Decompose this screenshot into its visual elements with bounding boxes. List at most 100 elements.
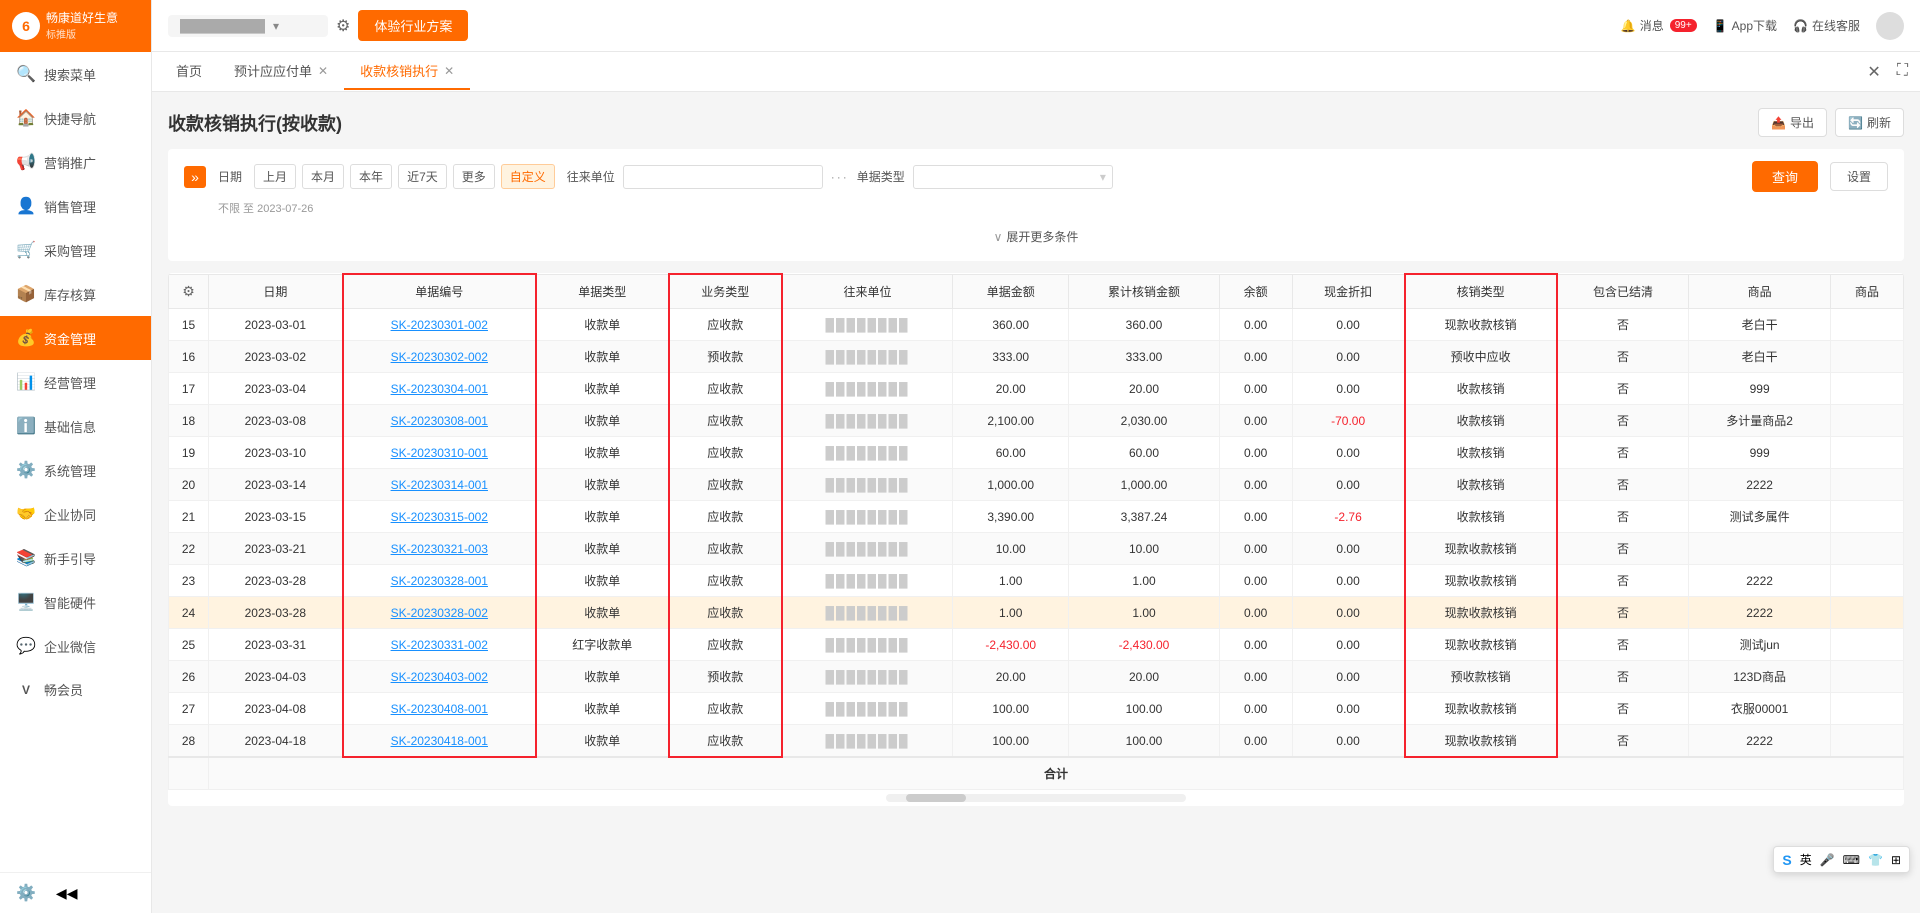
sidebar-item-finance[interactable]: 💰 资金管理 [0, 316, 151, 360]
ime-clothes-icon[interactable]: 👕 [1868, 853, 1883, 867]
row-biz-type: 应收款 [669, 501, 782, 533]
row-include-settled: 否 [1557, 725, 1689, 758]
sidebar-nav: 🔍 搜索菜单 🏠 快捷导航 📢 营销推广 👤 销售管理 🛒 采购管理 📦 库存核… [0, 52, 151, 872]
sidebar-item-search[interactable]: 🔍 搜索菜单 [0, 52, 151, 96]
messages-button[interactable]: 🔔 消息 99+ [1621, 17, 1697, 34]
row-doc-no[interactable]: SK-20230308-001 [343, 405, 536, 437]
row-doc-type: 收款单 [536, 725, 669, 758]
row-doc-no[interactable]: SK-20230321-003 [343, 533, 536, 565]
row-biz-type: 应收款 [669, 693, 782, 725]
wechat-icon: 💬 [16, 636, 36, 656]
sidebar-item-inventory[interactable]: 📦 库存核算 [0, 272, 151, 316]
chevron-down-icon[interactable]: ▾ [1094, 170, 1112, 184]
row-doc-no[interactable]: SK-20230328-001 [343, 565, 536, 597]
row-amount: 2,100.00 [953, 405, 1069, 437]
topbar: ██████████ ▾ ⚙ 体验行业方案 🔔 消息 99+ 📱 App下载 🎧… [152, 0, 1920, 52]
this-month-button[interactable]: 本月 [302, 164, 344, 189]
row-accum-amount: 1,000.00 [1069, 469, 1220, 501]
tab-home[interactable]: 首页 [160, 53, 218, 90]
row-doc-no[interactable]: SK-20230302-002 [343, 341, 536, 373]
sidebar-item-purchase[interactable]: 🛒 采购管理 [0, 228, 151, 272]
online-service-button[interactable]: 🎧 在线客服 [1793, 17, 1860, 34]
doc-type-selector[interactable]: ▾ [913, 165, 1113, 189]
row-doc-no[interactable]: SK-20230310-001 [343, 437, 536, 469]
row-doc-no[interactable]: SK-20230328-002 [343, 597, 536, 629]
workspace-dropdown[interactable]: ██████████ ▾ [168, 15, 328, 37]
sidebar-item-wechat[interactable]: 💬 企业微信 [0, 624, 151, 668]
row-amount: 360.00 [953, 309, 1069, 341]
row-doc-type: 收款单 [536, 469, 669, 501]
col-header-gear[interactable]: ⚙ [169, 274, 209, 309]
sidebar-item-quicknav[interactable]: 🏠 快捷导航 [0, 96, 151, 140]
row-balance: 0.00 [1219, 341, 1292, 373]
row-goods2 [1831, 533, 1904, 565]
scroll-thumb[interactable] [906, 794, 966, 802]
horizontal-scrollbar[interactable] [168, 790, 1904, 806]
sidebar-item-hardware[interactable]: 🖥️ 智能硬件 [0, 580, 151, 624]
row-goods2 [1831, 629, 1904, 661]
collapse-icon[interactable]: ◀◀ [56, 885, 78, 902]
sidebar-item-operation[interactable]: 📊 经营管理 [0, 360, 151, 404]
query-button[interactable]: 查询 [1752, 161, 1818, 192]
more-options-dots[interactable]: ··· [831, 170, 849, 184]
marketing-icon: 📢 [16, 152, 36, 172]
ime-mic-icon[interactable]: 🎤 [1820, 853, 1835, 867]
more-dates-button[interactable]: 更多 [453, 164, 495, 189]
row-doc-no[interactable]: SK-20230304-001 [343, 373, 536, 405]
ime-apps-icon[interactable]: ⊞ [1891, 853, 1901, 867]
row-date: 2023-03-02 [209, 341, 343, 373]
tab-prepay[interactable]: 预计应应付单 ✕ [218, 53, 344, 90]
close-tab-icon[interactable]: ✕ [1863, 58, 1884, 86]
row-goods2 [1831, 309, 1904, 341]
row-cash-discount: 0.00 [1292, 533, 1405, 565]
refresh-button[interactable]: 🔄 刷新 [1835, 108, 1904, 137]
last-month-button[interactable]: 上月 [254, 164, 296, 189]
tab-prepay-close[interactable]: ✕ [318, 64, 328, 78]
this-year-button[interactable]: 本年 [350, 164, 392, 189]
sidebar-item-basic[interactable]: ℹ️ 基础信息 [0, 404, 151, 448]
row-goods: 2222 [1689, 469, 1831, 501]
sidebar-item-sales[interactable]: 👤 销售管理 [0, 184, 151, 228]
page-header: 收款核销执行(按收款) 📤 导出 🔄 刷新 [168, 108, 1904, 137]
ime-keyboard-icon[interactable]: ⌨ [1843, 853, 1860, 867]
headset-icon: 🎧 [1793, 19, 1808, 33]
tab-collection-close[interactable]: ✕ [444, 64, 454, 78]
row-doc-no[interactable]: SK-20230314-001 [343, 469, 536, 501]
filter-settings-button[interactable]: 设置 [1830, 162, 1888, 191]
last-7-days-button[interactable]: 近7天 [398, 164, 447, 189]
row-goods2 [1831, 469, 1904, 501]
row-doc-no[interactable]: SK-20230331-002 [343, 629, 536, 661]
row-goods: 测试多属件 [1689, 501, 1831, 533]
custom-date-button[interactable]: 自定义 [501, 164, 555, 189]
tab-collection[interactable]: 收款核销执行 ✕ [344, 53, 470, 90]
logo-badge: 标推版 [46, 26, 118, 41]
sidebar-item-marketing[interactable]: 📢 营销推广 [0, 140, 151, 184]
row-accum-amount: 1.00 [1069, 597, 1220, 629]
app-download-button[interactable]: 📱 App下载 [1713, 17, 1777, 34]
industry-solution-button[interactable]: 体验行业方案 [358, 10, 468, 41]
row-doc-no[interactable]: SK-20230403-002 [343, 661, 536, 693]
gear-icon[interactable]: ⚙ [336, 16, 350, 36]
avatar[interactable] [1876, 12, 1904, 40]
row-doc-no[interactable]: SK-20230301-002 [343, 309, 536, 341]
expand-tab-icon[interactable]: ⛶ [1893, 58, 1912, 86]
sidebar-item-member[interactable]: V 畅会员 [0, 668, 151, 711]
bell-icon: 🔔 [1621, 19, 1636, 33]
row-counterpart: ████████ [782, 469, 953, 501]
export-button[interactable]: 📤 导出 [1758, 108, 1827, 137]
row-doc-no[interactable]: SK-20230408-001 [343, 693, 536, 725]
row-doc-no[interactable]: SK-20230418-001 [343, 725, 536, 758]
filter-toggle-button[interactable]: » [184, 166, 206, 188]
sidebar-item-system[interactable]: ⚙️ 系统管理 [0, 448, 151, 492]
gear-icon[interactable]: ⚙ [182, 283, 195, 299]
row-date: 2023-03-04 [209, 373, 343, 405]
expand-more-filters[interactable]: ∨ 展开更多条件 [184, 224, 1888, 249]
sidebar-item-collab[interactable]: 🤝 企业协同 [0, 492, 151, 536]
counterpart-input[interactable] [623, 165, 823, 189]
sidebar-item-guide[interactable]: 📚 新手引导 [0, 536, 151, 580]
row-doc-no[interactable]: SK-20230315-002 [343, 501, 536, 533]
doc-type-input[interactable] [914, 166, 1094, 188]
settings-icon[interactable]: ⚙️ [16, 883, 36, 903]
row-no: 23 [169, 565, 209, 597]
collab-icon: 🤝 [16, 504, 36, 524]
